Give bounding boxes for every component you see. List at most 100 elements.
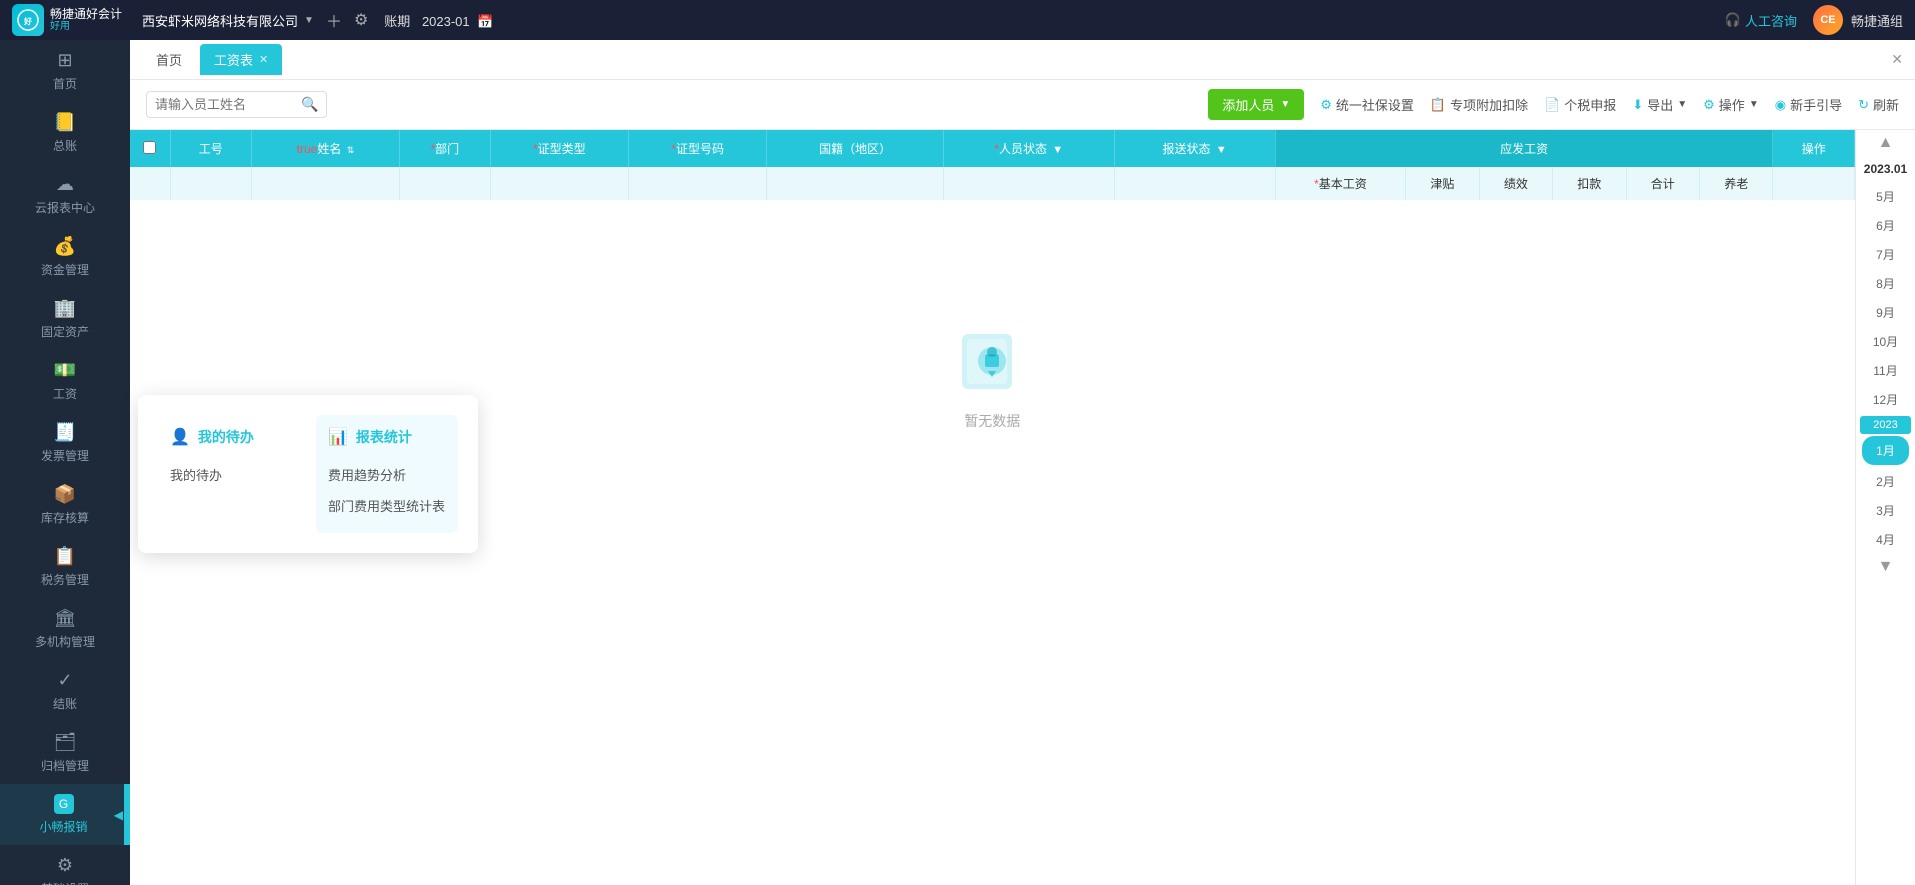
xiaochang-popup: 👤 我的待办 我的待办 📊 报表统计 费用趋势分析 部门费用类型统计表 xyxy=(138,395,478,553)
company-selector[interactable]: 西安虾米网络科技有限公司 ▼ xyxy=(142,11,314,30)
idtype-col-header: *证型类型 xyxy=(490,130,628,167)
popup-todo-section: 👤 我的待办 我的待办 xyxy=(158,415,300,533)
report-icon: 📄 xyxy=(1544,97,1560,113)
guide-icon: ◉ xyxy=(1775,97,1786,113)
guide-btn[interactable]: ◉ 新手引导 xyxy=(1775,95,1842,114)
export-btn[interactable]: ⬇ 导出 ▼ xyxy=(1632,95,1687,114)
timeline-month-11[interactable]: 11月 xyxy=(1856,356,1915,385)
archive-icon: 🗂 xyxy=(54,732,77,753)
popup-item-expense-trend[interactable]: 费用趋势分析 xyxy=(328,459,446,490)
popup-item-my-todo[interactable]: 我的待办 xyxy=(170,459,288,490)
deduct-sub: 扣款 xyxy=(1553,167,1626,200)
top-bar: 好 畅捷通好会计 好用 西安虾米网络科技有限公司 ▼ ＋ ⚙ 账期 2023-0… xyxy=(0,0,1915,40)
add-person-button[interactable]: 添加人员 ▼ xyxy=(1208,89,1304,120)
tab-salary[interactable]: 工资表 ✕ xyxy=(200,44,282,75)
svg-text:好: 好 xyxy=(23,16,32,26)
search-input[interactable] xyxy=(155,97,295,112)
toolbar-right: 添加人员 ▼ ⚙ 统一社保设置 📋 专项附加扣除 📄 个税申报 xyxy=(1208,89,1899,120)
sidebar-item-basic[interactable]: ⚙ 基础设置 xyxy=(0,845,130,885)
logo-text: 畅捷通好会计 好用 xyxy=(50,7,122,33)
select-all-checkbox[interactable] xyxy=(143,141,156,154)
expand-arrow-icon: ◀ xyxy=(114,808,123,822)
sidebar-item-archive[interactable]: 🗂 归档管理 xyxy=(0,722,130,784)
name-col-header: true姓名 ⇅ xyxy=(251,130,399,167)
pension-sub: 养老 xyxy=(1700,167,1773,200)
bonus-sub: 津贴 xyxy=(1406,167,1479,200)
sidebar-item-invoice[interactable]: 🧾 发票管理 xyxy=(0,412,130,474)
sidebar: ⊞ 首页 📒 总账 ☁ 云报表中心 💰 资金管理 🏢 固定资产 💵 工资 xyxy=(0,40,130,885)
export-icon: ⬇ xyxy=(1632,97,1643,113)
timeline-month-1[interactable]: 1月 xyxy=(1862,436,1909,465)
sidebar-item-tax[interactable]: 📋 税务管理 xyxy=(0,536,130,598)
todo-icon: 👤 xyxy=(170,427,190,447)
timeline-month-8[interactable]: 8月 xyxy=(1856,269,1915,298)
sort-icon[interactable]: ⇅ xyxy=(347,145,355,155)
operation-icon: ⚙ xyxy=(1703,97,1715,113)
popup-item-dept-expense[interactable]: 部门费用类型统计表 xyxy=(328,490,446,521)
timeline-month-12[interactable]: 12月 xyxy=(1856,385,1915,414)
multi-org-icon: 🏛 xyxy=(54,608,77,629)
logo-area: 好 畅捷通好会计 好用 xyxy=(12,4,122,36)
tab-home[interactable]: 首页 xyxy=(142,44,196,75)
total-sub: 合计 xyxy=(1626,167,1699,200)
timeline-month-3[interactable]: 3月 xyxy=(1856,496,1915,525)
sendstatus-col-header: 报送状态 ▼ xyxy=(1114,130,1275,167)
select-all-col xyxy=(130,130,170,167)
timeline-year-label: 2023.01 xyxy=(1856,156,1915,182)
tax-deduct-btn[interactable]: 📋 专项附加扣除 xyxy=(1430,95,1528,114)
cloud-icon: ☁ xyxy=(56,174,74,195)
tax-report-btn[interactable]: 📄 个税申报 xyxy=(1544,95,1616,114)
settings-icon[interactable]: ⚙ xyxy=(354,10,368,30)
timeline-month-7[interactable]: 7月 xyxy=(1856,240,1915,269)
sidebar-item-xiaochang[interactable]: G 小畅报销 ◀ xyxy=(0,784,130,845)
sidebar-item-ledger[interactable]: 📒 总账 xyxy=(0,102,130,164)
social-insurance-btn[interactable]: ⚙ 统一社保设置 xyxy=(1320,95,1414,114)
report-icon: 📊 xyxy=(328,427,348,447)
period-info: 账期 2023-01 📅 xyxy=(384,11,493,30)
timeline-up-btn[interactable]: ▲ xyxy=(1856,130,1915,156)
close-tab-right-icon[interactable]: ✕ xyxy=(1891,51,1903,68)
tab-close-icon[interactable]: ✕ xyxy=(259,53,268,66)
inventory-icon: 📦 xyxy=(54,484,76,505)
dept-col-header: *部门 xyxy=(399,130,490,167)
timeline-month-6[interactable]: 6月 xyxy=(1856,211,1915,240)
sidebar-item-inventory[interactable]: 📦 库存核算 xyxy=(0,474,130,536)
fund-icon: 💰 xyxy=(54,236,76,257)
sidebar-item-multi-org[interactable]: 🏛 多机构管理 xyxy=(0,598,130,660)
region-col-header: 国籍（地区） xyxy=(767,130,944,167)
settings-icon: ⚙ xyxy=(57,855,73,876)
sidebar-item-salary[interactable]: 💵 工资 xyxy=(0,350,130,412)
operation-btn[interactable]: ⚙ 操作 ▼ xyxy=(1703,95,1759,114)
sidebar-item-cloud-report[interactable]: ☁ 云报表中心 xyxy=(0,164,130,226)
base-salary-sub: *基本工资 xyxy=(1275,167,1405,200)
timeline-down-btn[interactable]: ▼ xyxy=(1856,554,1915,580)
salary-icon: 💵 xyxy=(54,360,76,381)
filter-icon[interactable]: ▼ xyxy=(1052,144,1063,156)
service-button[interactable]: 🎧 人工咨询 xyxy=(1725,11,1797,30)
sidebar-item-fixed-assets[interactable]: 🏢 固定资产 xyxy=(0,288,130,350)
search-box: 🔍 xyxy=(146,91,327,118)
timeline-month-5[interactable]: 5月 xyxy=(1856,182,1915,211)
timeline-month-4[interactable]: 4月 xyxy=(1856,525,1915,554)
company-name: 西安虾米网络科技有限公司 xyxy=(142,11,298,30)
search-icon[interactable]: 🔍 xyxy=(301,96,318,113)
add-btn[interactable]: ＋ xyxy=(326,8,342,32)
timeline-month-10[interactable]: 10月 xyxy=(1856,327,1915,356)
operation-col-header: 操作 xyxy=(1773,130,1855,167)
user-name: 畅捷通组 xyxy=(1851,11,1903,30)
empty-text: 暂无数据 xyxy=(964,411,1020,431)
sidebar-item-home[interactable]: ⊞ 首页 xyxy=(0,40,130,102)
sidebar-item-fund[interactable]: 💰 资金管理 xyxy=(0,226,130,288)
top-bar-right: 🎧 人工咨询 CE 畅捷通组 xyxy=(1725,5,1903,35)
top-bar-actions: ＋ ⚙ xyxy=(326,8,368,32)
calendar-icon[interactable]: 📅 xyxy=(477,14,493,29)
xiaochang-icon: G xyxy=(54,794,74,814)
filter-icon[interactable]: ▼ xyxy=(1216,144,1227,156)
popup-report-title: 📊 报表统计 xyxy=(328,427,446,447)
refresh-btn[interactable]: ↻ 刷新 xyxy=(1858,95,1899,114)
timeline-month-2[interactable]: 2月 xyxy=(1856,467,1915,496)
timeline-month-9[interactable]: 9月 xyxy=(1856,298,1915,327)
performance-sub: 绩效 xyxy=(1479,167,1552,200)
sidebar-item-settle[interactable]: ✓ 结账 xyxy=(0,660,130,722)
settle-icon: ✓ xyxy=(57,670,72,691)
